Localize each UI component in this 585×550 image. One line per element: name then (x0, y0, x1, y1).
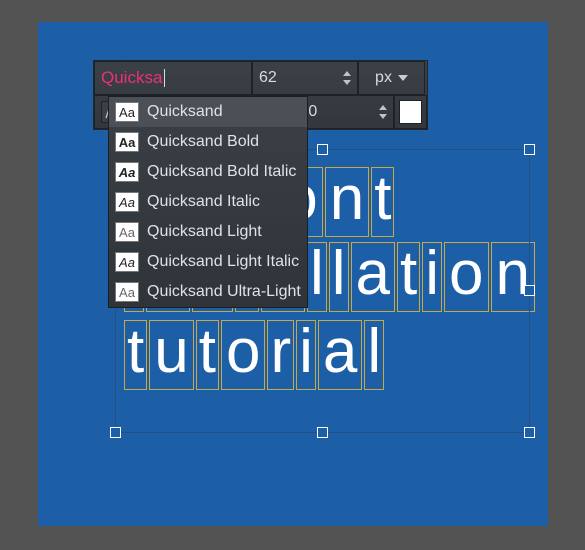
line-height-spinner[interactable] (379, 105, 387, 119)
font-dropdown-item[interactable]: Aa Quicksand Bold Italic (109, 157, 307, 187)
font-dropdown-item[interactable]: Aa Quicksand (109, 97, 307, 127)
resize-handle-bot-left[interactable] (110, 427, 121, 438)
font-dropdown-label: Quicksand Ultra-Light (147, 283, 301, 301)
font-family-input[interactable]: Quicksa (94, 61, 252, 95)
unit-select[interactable]: px (358, 61, 425, 95)
font-dropdown-label: Quicksand Bold (147, 133, 259, 151)
unit-value: px (375, 69, 392, 87)
font-preview-chip: Aa (115, 222, 139, 242)
resize-handle-top-right[interactable] (524, 144, 535, 155)
text-color-cell[interactable] (394, 95, 427, 129)
font-size-value: 62 (259, 69, 277, 87)
font-dropdown-label: Quicksand (147, 103, 223, 121)
text-cursor (164, 69, 165, 87)
font-dropdown-label: Quicksand Bold Italic (147, 163, 296, 181)
font-dropdown-label: Quicksand Light (147, 223, 262, 241)
chevron-down-icon[interactable] (379, 114, 387, 119)
resize-handle-bot-right[interactable] (524, 427, 535, 438)
chevron-up-icon[interactable] (379, 105, 387, 110)
font-dropdown-label: Quicksand Italic (147, 193, 260, 211)
font-preview-chip: Aa (115, 282, 139, 302)
font-dropdown-item[interactable]: Aa Quicksand Light (109, 217, 307, 247)
font-size-spinner[interactable] (343, 71, 351, 85)
font-dropdown-item[interactable]: Aa Quicksand Light Italic (109, 247, 307, 277)
chevron-down-icon[interactable] (343, 80, 351, 85)
font-preview-chip: Aa (115, 192, 139, 212)
chevron-up-icon[interactable] (343, 71, 351, 76)
resize-handle-top-mid[interactable] (317, 144, 328, 155)
font-preview-chip: Aa (115, 252, 139, 272)
color-swatch[interactable] (399, 100, 422, 124)
resize-handle-mid-right[interactable] (524, 285, 535, 296)
font-family-value: Quicksa (101, 68, 162, 88)
font-size-input[interactable]: 62 (252, 61, 358, 95)
font-preview-chip: Aa (115, 162, 139, 182)
font-preview-chip: Aa (115, 102, 139, 122)
font-dropdown-label: Quicksand Light Italic (147, 253, 299, 271)
font-dropdown-item[interactable]: Aa Quicksand Italic (109, 187, 307, 217)
chevron-down-icon (398, 75, 408, 81)
font-dropdown-item[interactable]: Aa Quicksand Bold (109, 127, 307, 157)
font-preview-chip: Aa (115, 132, 139, 152)
font-dropdown-item[interactable]: Aa Quicksand Ultra-Light (109, 277, 307, 307)
resize-handle-bot-mid[interactable] (317, 427, 328, 438)
font-dropdown: Aa Quicksand Aa Quicksand Bold Aa Quicksand B… (108, 96, 308, 308)
